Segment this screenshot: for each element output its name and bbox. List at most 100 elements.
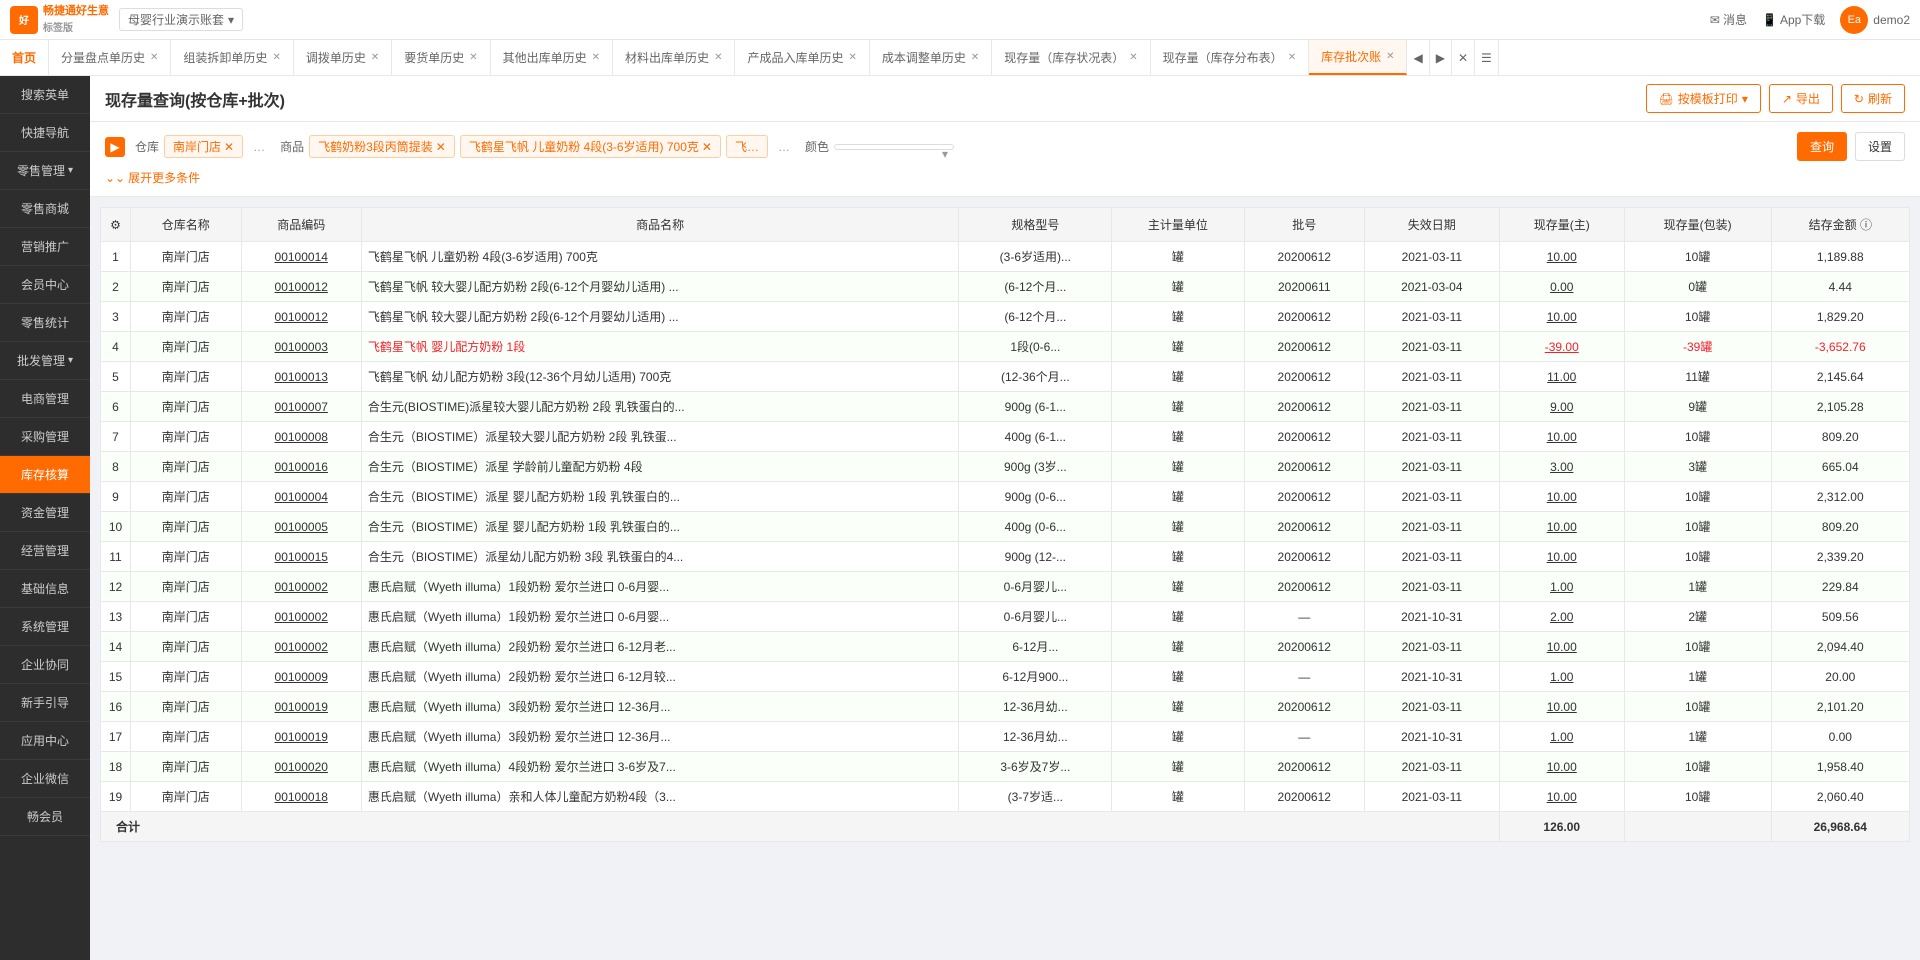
warehouse-more-btn[interactable]: … xyxy=(248,138,270,156)
tab-qi-ta[interactable]: 其他出库单历史 ✕ xyxy=(491,40,613,75)
expand-conditions-btn[interactable]: ⌄⌄ 展开更多条件 xyxy=(105,169,1905,186)
tab-menu-btn[interactable]: ☰ xyxy=(1475,40,1499,75)
cell-code[interactable]: 00100009 xyxy=(241,662,361,692)
tab-cheng-ben[interactable]: 成本调整单历史 ✕ xyxy=(870,40,992,75)
cell-code[interactable]: 00100013 xyxy=(241,362,361,392)
warehouse-filter-tag[interactable]: 南岸门店 ✕ xyxy=(164,135,243,158)
cell-code[interactable]: 00100012 xyxy=(241,272,361,302)
sidebar-item-new-guide[interactable]: 新手引导 xyxy=(0,684,90,722)
cell-qty-main[interactable]: 1.00 xyxy=(1499,662,1624,692)
cell-qty-main[interactable]: 10.00 xyxy=(1499,782,1624,812)
cell-code[interactable]: 00100008 xyxy=(241,422,361,452)
export-btn[interactable]: ↗ 导出 xyxy=(1769,84,1833,113)
sidebar-item-app-center[interactable]: 应用中心 xyxy=(0,722,90,760)
sidebar-item-members[interactable]: 会员中心 xyxy=(0,266,90,304)
cell-qty-main[interactable]: 10.00 xyxy=(1499,482,1624,512)
sidebar-item-operations[interactable]: 经营管理 xyxy=(0,532,90,570)
sidebar-item-marketing[interactable]: 营销推广 xyxy=(0,228,90,266)
cell-qty-main[interactable]: 10.00 xyxy=(1499,692,1624,722)
cell-code[interactable]: 00100015 xyxy=(241,542,361,572)
cell-qty-main[interactable]: 1.00 xyxy=(1499,572,1624,602)
cell-code[interactable]: 00100002 xyxy=(241,572,361,602)
tab-prev-btn[interactable]: ◀ xyxy=(1407,40,1429,75)
cell-qty-main[interactable]: 10.00 xyxy=(1499,542,1624,572)
cell-qty-main[interactable]: 2.00 xyxy=(1499,602,1624,632)
tab-close-fen-pan[interactable]: ✕ xyxy=(150,52,158,63)
product-tag2-close[interactable]: ✕ xyxy=(702,140,712,154)
sidebar-item-basics[interactable]: 基础信息 xyxy=(0,570,90,608)
sidebar-item-search[interactable]: 搜索英单 xyxy=(0,76,90,114)
cell-code[interactable]: 00100012 xyxy=(241,302,361,332)
cell-code[interactable]: 00100018 xyxy=(241,782,361,812)
cell-code[interactable]: 00100003 xyxy=(241,332,361,362)
sidebar-item-wholesale[interactable]: 批发管理 ▾ xyxy=(0,342,90,380)
tab-chan-pin[interactable]: 产成品入库单历史 ✕ xyxy=(735,40,869,75)
tab-close-chan-pin[interactable]: ✕ xyxy=(848,52,856,63)
product-more-btn[interactable]: … xyxy=(773,138,795,156)
sidebar-item-inventory[interactable]: 库存核算 xyxy=(0,456,90,494)
sidebar-item-purchase[interactable]: 采购管理 xyxy=(0,418,90,456)
tab-xian-cun-fen-bu[interactable]: 现存量（库存分布表） ✕ xyxy=(1151,40,1309,75)
cell-qty-main[interactable]: 10.00 xyxy=(1499,302,1624,332)
sidebar-item-quick-nav[interactable]: 快捷导航 xyxy=(0,114,90,152)
sidebar-item-finance[interactable]: 资金管理 xyxy=(0,494,90,532)
cell-code[interactable]: 00100014 xyxy=(241,242,361,272)
tab-tiao-bo[interactable]: 调拨单历史 ✕ xyxy=(294,40,392,75)
sidebar-item-enterprise[interactable]: 企业协同 xyxy=(0,646,90,684)
cell-code[interactable]: 00100016 xyxy=(241,452,361,482)
expand-filter-btn[interactable]: ▶ xyxy=(105,137,125,157)
cell-qty-main[interactable]: 10.00 xyxy=(1499,422,1624,452)
product-tag1-close[interactable]: ✕ xyxy=(436,140,446,154)
cell-code[interactable]: 00100020 xyxy=(241,752,361,782)
sidebar-item-retail-store[interactable]: 零售商城 xyxy=(0,190,90,228)
tab-ku-cun-pi-ci[interactable]: 库存批次账 ✕ xyxy=(1309,40,1407,75)
th-settings[interactable]: ⚙ xyxy=(101,208,131,242)
cell-code[interactable]: 00100019 xyxy=(241,692,361,722)
tab-close-all-btn[interactable]: ✕ xyxy=(1452,40,1475,75)
tab-home[interactable]: 首页 xyxy=(0,40,49,75)
cell-code[interactable]: 00100005 xyxy=(241,512,361,542)
cell-qty-main[interactable]: 10.00 xyxy=(1499,512,1624,542)
cell-code[interactable]: 00100002 xyxy=(241,602,361,632)
cell-code[interactable]: 00100019 xyxy=(241,722,361,752)
print-btn[interactable]: 🖨 按模板打印 ▾ xyxy=(1646,84,1761,113)
settings-btn[interactable]: 设置 xyxy=(1855,132,1905,161)
tab-close-ku-cun-pi-ci[interactable]: ✕ xyxy=(1386,51,1394,62)
refresh-btn[interactable]: ↻ 刷新 xyxy=(1841,84,1905,113)
tab-cai-liao[interactable]: 材料出库单历史 ✕ xyxy=(613,40,735,75)
tab-fen-pan[interactable]: 分量盘点单历史 ✕ xyxy=(49,40,171,75)
cell-qty-main[interactable]: 10.00 xyxy=(1499,242,1624,272)
tab-yao-huo[interactable]: 要货单历史 ✕ xyxy=(392,40,490,75)
cell-code[interactable]: 00100007 xyxy=(241,392,361,422)
color-input[interactable]: ▾ xyxy=(834,144,954,150)
cell-code[interactable]: 00100002 xyxy=(241,632,361,662)
cell-qty-main[interactable]: 0.00 xyxy=(1499,272,1624,302)
tab-close-xian-cun-fen-bu[interactable]: ✕ xyxy=(1288,52,1296,63)
cell-qty-main[interactable]: 11.00 xyxy=(1499,362,1624,392)
cell-qty-main[interactable]: 10.00 xyxy=(1499,752,1624,782)
cell-code[interactable]: 00100004 xyxy=(241,482,361,512)
sidebar-item-system[interactable]: 系统管理 xyxy=(0,608,90,646)
settings-icon[interactable]: ⚙ xyxy=(110,218,121,232)
product-filter-tag3[interactable]: 飞… xyxy=(726,135,768,158)
tab-xian-cun-zhuang-tai[interactable]: 现存量（库存状况表） ✕ xyxy=(992,40,1150,75)
sidebar-item-retail-stats[interactable]: 零售统计 xyxy=(0,304,90,342)
tab-close-cai-liao[interactable]: ✕ xyxy=(714,52,722,63)
cell-qty-main[interactable]: 9.00 xyxy=(1499,392,1624,422)
tab-close-tiao-bo[interactable]: ✕ xyxy=(371,52,379,63)
cell-qty-main[interactable]: 1.00 xyxy=(1499,722,1624,752)
cell-qty-main[interactable]: -39.00 xyxy=(1499,332,1624,362)
tab-close-zu-chai[interactable]: ✕ xyxy=(272,52,280,63)
sidebar-item-ecommerce[interactable]: 电商管理 xyxy=(0,380,90,418)
query-btn[interactable]: 查询 xyxy=(1797,132,1847,161)
warehouse-selector[interactable]: 母婴行业演示账套 ▾ xyxy=(119,8,243,31)
sidebar-item-wechat[interactable]: 企业微信 xyxy=(0,760,90,798)
tab-close-cheng-ben[interactable]: ✕ xyxy=(971,52,979,63)
app-download-btn[interactable]: 📱 App下载 xyxy=(1762,11,1825,28)
tab-close-yao-huo[interactable]: ✕ xyxy=(469,52,477,63)
tab-close-qi-ta[interactable]: ✕ xyxy=(592,52,600,63)
cell-qty-main[interactable]: 10.00 xyxy=(1499,632,1624,662)
tab-next-btn[interactable]: ▶ xyxy=(1430,40,1452,75)
product-filter-tag2[interactable]: 飞鹤星飞帆 儿童奶粉 4段(3-6岁适用) 700克 ✕ xyxy=(460,135,721,158)
sidebar-item-vip[interactable]: 畅会员 xyxy=(0,798,90,836)
